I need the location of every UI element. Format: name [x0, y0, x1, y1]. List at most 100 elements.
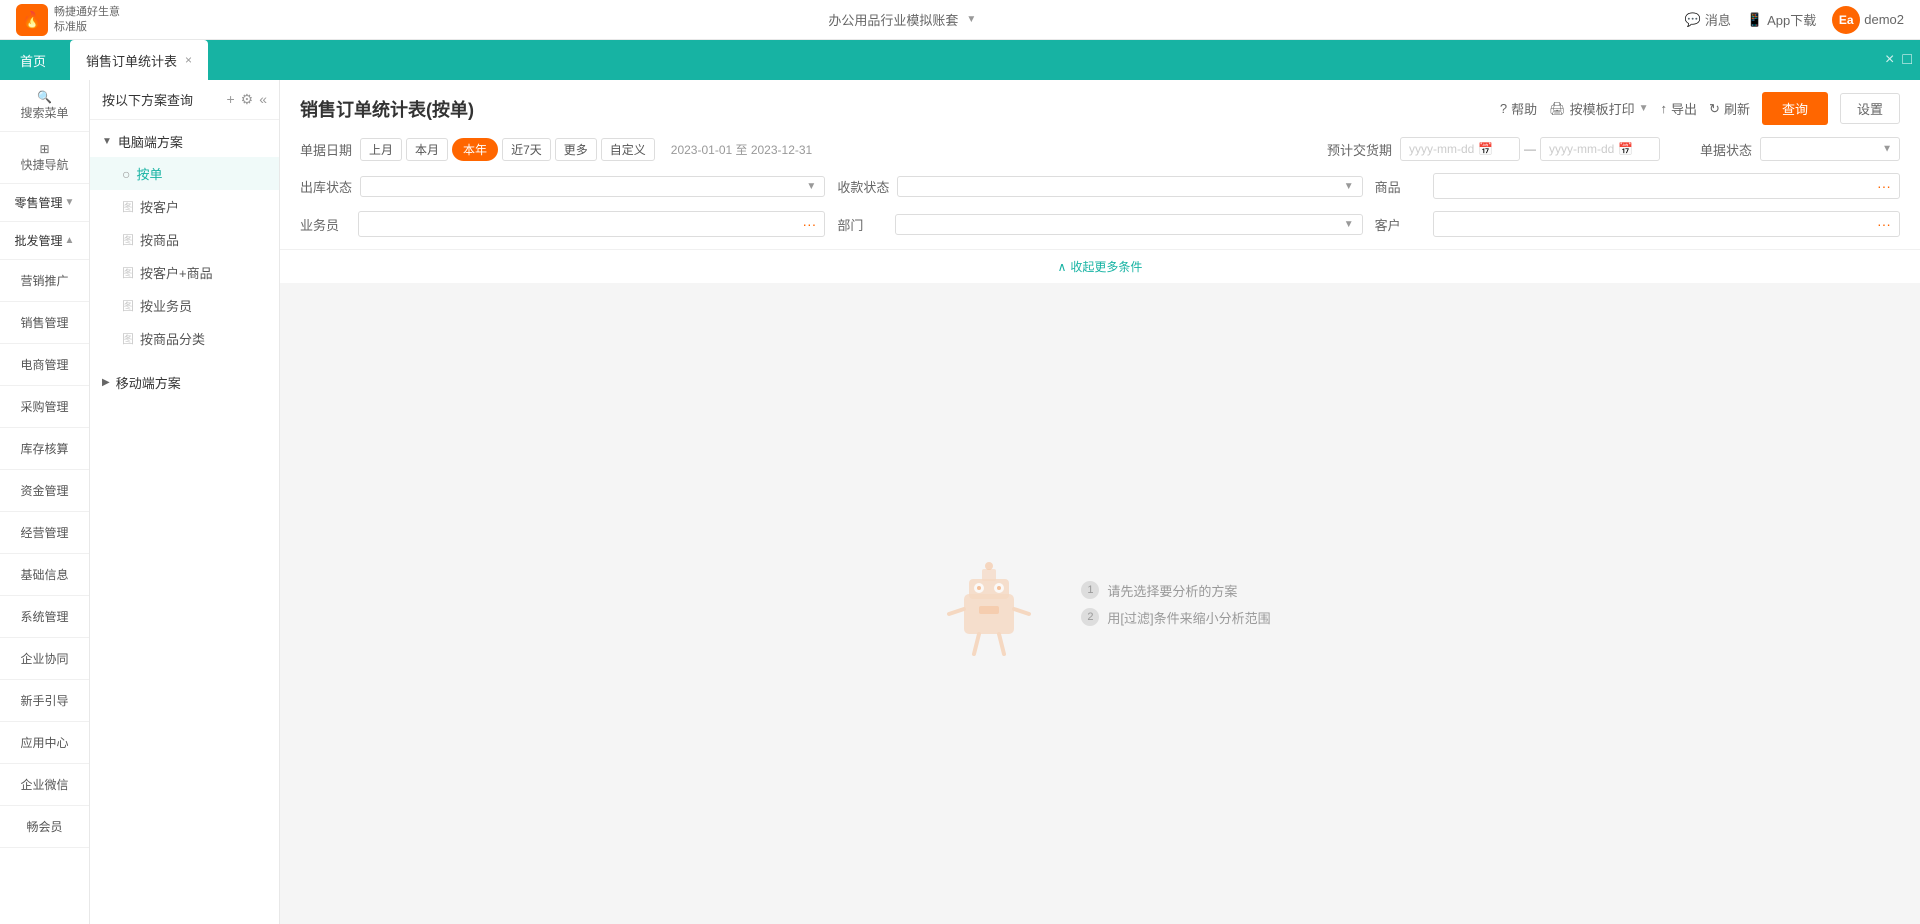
product-name-area[interactable]: 办公用品行业模拟账套 ▼	[828, 10, 976, 29]
salesperson-dots-icon[interactable]: ···	[802, 216, 816, 232]
sidebar-item-inventory[interactable]: 库存核算	[0, 428, 89, 470]
query-button[interactable]: 查询	[1762, 92, 1828, 125]
date-btn-last-month[interactable]: 上月	[360, 138, 402, 161]
step-num-1: 1	[1081, 581, 1099, 599]
tab-active[interactable]: 销售订单统计表 ×	[70, 40, 208, 80]
department-chevron: ▼	[1344, 219, 1354, 230]
sidebar-item-marketing[interactable]: 营销推广	[0, 260, 89, 302]
scheme-item-icon-order: ○	[122, 166, 130, 182]
sidebar-item-ecommerce[interactable]: 电商管理	[0, 344, 89, 386]
report-title-row: 销售订单统计表(按单) ? 帮助 🖨 按模板打印 ▼	[300, 92, 1900, 125]
product-dropdown-icon[interactable]: ▼	[966, 14, 976, 25]
topbar-right: 💬 消息 📱 App下载 Ea demo2	[1685, 6, 1904, 34]
delivery-status-input[interactable]: ▼	[360, 176, 825, 197]
date-btn-this-year[interactable]: 本年	[452, 138, 498, 161]
sidebar-item-finance[interactable]: 资金管理	[0, 470, 89, 512]
sidebar-item-wholesale[interactable]: 批发管理 ▲	[0, 222, 89, 260]
date-btn-more[interactable]: 更多	[555, 138, 597, 161]
sidebar-item-purchase[interactable]: 采购管理	[0, 386, 89, 428]
sidebar-item-system[interactable]: 系统管理	[0, 596, 89, 638]
sidebar-item-retail[interactable]: 零售管理 ▼	[0, 184, 89, 222]
avatar: Ea	[1832, 6, 1860, 34]
product-name: 办公用品行业模拟账套	[828, 10, 958, 29]
scheme-item-icon-goods: 图	[122, 231, 134, 248]
filter-inner: 销售订单统计表(按单) ? 帮助 🖨 按模板打印 ▼	[280, 80, 1920, 249]
scheme-item-by-customer[interactable]: 图 按客户	[90, 190, 279, 223]
settings-btn-container: 设置	[1840, 93, 1900, 124]
calendar-icon-2: 📅	[1618, 142, 1633, 156]
scheme-mobile-arrow: ▶	[102, 377, 110, 388]
delivery-date-end-input[interactable]: yyyy-mm-dd 📅	[1540, 137, 1660, 161]
sidebar-search[interactable]: 🔍 搜索菜单	[0, 80, 89, 132]
topbar-left: 🔥 畅捷通好生意 标准版	[16, 4, 120, 36]
goods-input[interactable]: ···	[1433, 173, 1900, 199]
template-print-btn[interactable]: 🖨 按模板打印 ▼	[1549, 99, 1648, 118]
window-close-icon[interactable]: ×	[1885, 51, 1894, 69]
delivery-status-cell: 出库状态 ▼	[300, 173, 825, 199]
goods-dots-icon[interactable]: ···	[1877, 178, 1891, 194]
scheme-section-desktop-title[interactable]: ▼ 电脑端方案	[90, 126, 279, 157]
scheme-add-icon[interactable]: +	[226, 91, 234, 108]
delivery-date-start-input[interactable]: yyyy-mm-dd 📅	[1400, 137, 1520, 161]
payment-status-chevron: ▼	[1344, 181, 1354, 192]
scheme-collapse-icon[interactable]: «	[259, 91, 267, 108]
salesperson-input[interactable]: ···	[358, 211, 825, 237]
scheme-header-title: 按以下方案查询	[102, 90, 193, 109]
sidebar-item-app-center[interactable]: 应用中心	[0, 722, 89, 764]
date-btn-custom[interactable]: 自定义	[601, 138, 655, 161]
main-layout: 🔍 搜索菜单 ⊞ 快捷导航 零售管理 ▼ 批发管理 ▲ 营销推广 销售管理 电商…	[0, 80, 1920, 924]
robot-svg	[929, 544, 1049, 664]
sidebar-item-member[interactable]: 畅会员	[0, 806, 89, 848]
payment-status-label: 收款状态	[837, 177, 889, 196]
payment-status-input[interactable]: ▼	[897, 176, 1362, 197]
app-download-btn[interactable]: 📱 App下载	[1747, 10, 1816, 29]
sidebar-item-management[interactable]: 经营管理	[0, 512, 89, 554]
app-download-icon: 📱	[1747, 12, 1763, 28]
salesperson-label: 业务员	[300, 215, 350, 234]
calendar-icon: 📅	[1478, 142, 1493, 156]
logo-area: 🔥 畅捷通好生意 标准版	[16, 4, 120, 36]
sidebar-item-basic-info[interactable]: 基础信息	[0, 554, 89, 596]
scheme-item-by-category[interactable]: 图 按商品分类	[90, 322, 279, 355]
sidebar-item-onboarding[interactable]: 新手引导	[0, 680, 89, 722]
scheme-item-by-order[interactable]: ○ 按单	[90, 157, 279, 190]
delivery-status-label: 出库状态	[300, 177, 352, 196]
message-btn[interactable]: 💬 消息	[1685, 10, 1731, 29]
sidebar-quick-nav[interactable]: ⊞ 快捷导航	[0, 132, 89, 184]
customer-dots-icon[interactable]: ···	[1877, 216, 1891, 232]
message-icon: 💬	[1685, 12, 1701, 28]
export-icon: ↑	[1661, 101, 1668, 116]
settings-button[interactable]: 设置	[1840, 93, 1900, 124]
department-cell: 部门 ▼	[837, 211, 1362, 237]
refresh-btn[interactable]: ↻ 刷新	[1709, 99, 1750, 118]
date-filter-buttons: 上月 本月 本年 近7天 更多 自定义	[360, 138, 655, 161]
empty-content: 1 请先选择要分析的方案 2 用[过滤]条件来缩小分析范围	[929, 544, 1270, 664]
status-select[interactable]	[1760, 137, 1900, 161]
department-input[interactable]: ▼	[895, 214, 1362, 235]
scheme-settings-icon[interactable]: ⚙	[241, 91, 254, 108]
window-maximize-icon[interactable]: □	[1902, 51, 1912, 69]
grid-icon: ⊞	[8, 142, 81, 156]
filter-row-1: 单据日期 上月 本月 本年 近7天 更多 自定义 2023-01-0	[300, 137, 1900, 161]
scheme-item-by-customer-goods[interactable]: 图 按客户+商品	[90, 256, 279, 289]
empty-state: 1 请先选择要分析的方案 2 用[过滤]条件来缩小分析范围	[280, 283, 1920, 924]
scheme-section-mobile-title[interactable]: ▶ 移动端方案	[90, 367, 279, 398]
tab-home[interactable]: 首页	[0, 40, 66, 80]
export-btn[interactable]: ↑ 导出	[1661, 99, 1698, 118]
report-actions: ? 帮助 🖨 按模板打印 ▼ ↑ 导出	[1500, 92, 1900, 125]
empty-step-1: 1 请先选择要分析的方案	[1081, 581, 1270, 600]
sidebar-item-corp-collab[interactable]: 企业协同	[0, 638, 89, 680]
date-btn-7days[interactable]: 近7天	[502, 138, 551, 161]
customer-label: 客户	[1375, 215, 1425, 234]
scheme-item-by-goods[interactable]: 图 按商品	[90, 223, 279, 256]
sidebar-item-enterprise-wechat[interactable]: 企业微信	[0, 764, 89, 806]
tab-close-icon[interactable]: ×	[185, 53, 192, 67]
collapse-bar[interactable]: ∧ 收起更多条件	[280, 249, 1920, 283]
scheme-item-by-salesperson[interactable]: 图 按业务员	[90, 289, 279, 322]
user-area[interactable]: Ea demo2	[1832, 6, 1904, 34]
date-btn-this-month[interactable]: 本月	[406, 138, 448, 161]
customer-input[interactable]: ···	[1433, 211, 1900, 237]
sidebar-item-sales[interactable]: 销售管理	[0, 302, 89, 344]
tabbar-right: × □	[1885, 51, 1920, 69]
help-btn[interactable]: ? 帮助	[1500, 99, 1537, 118]
